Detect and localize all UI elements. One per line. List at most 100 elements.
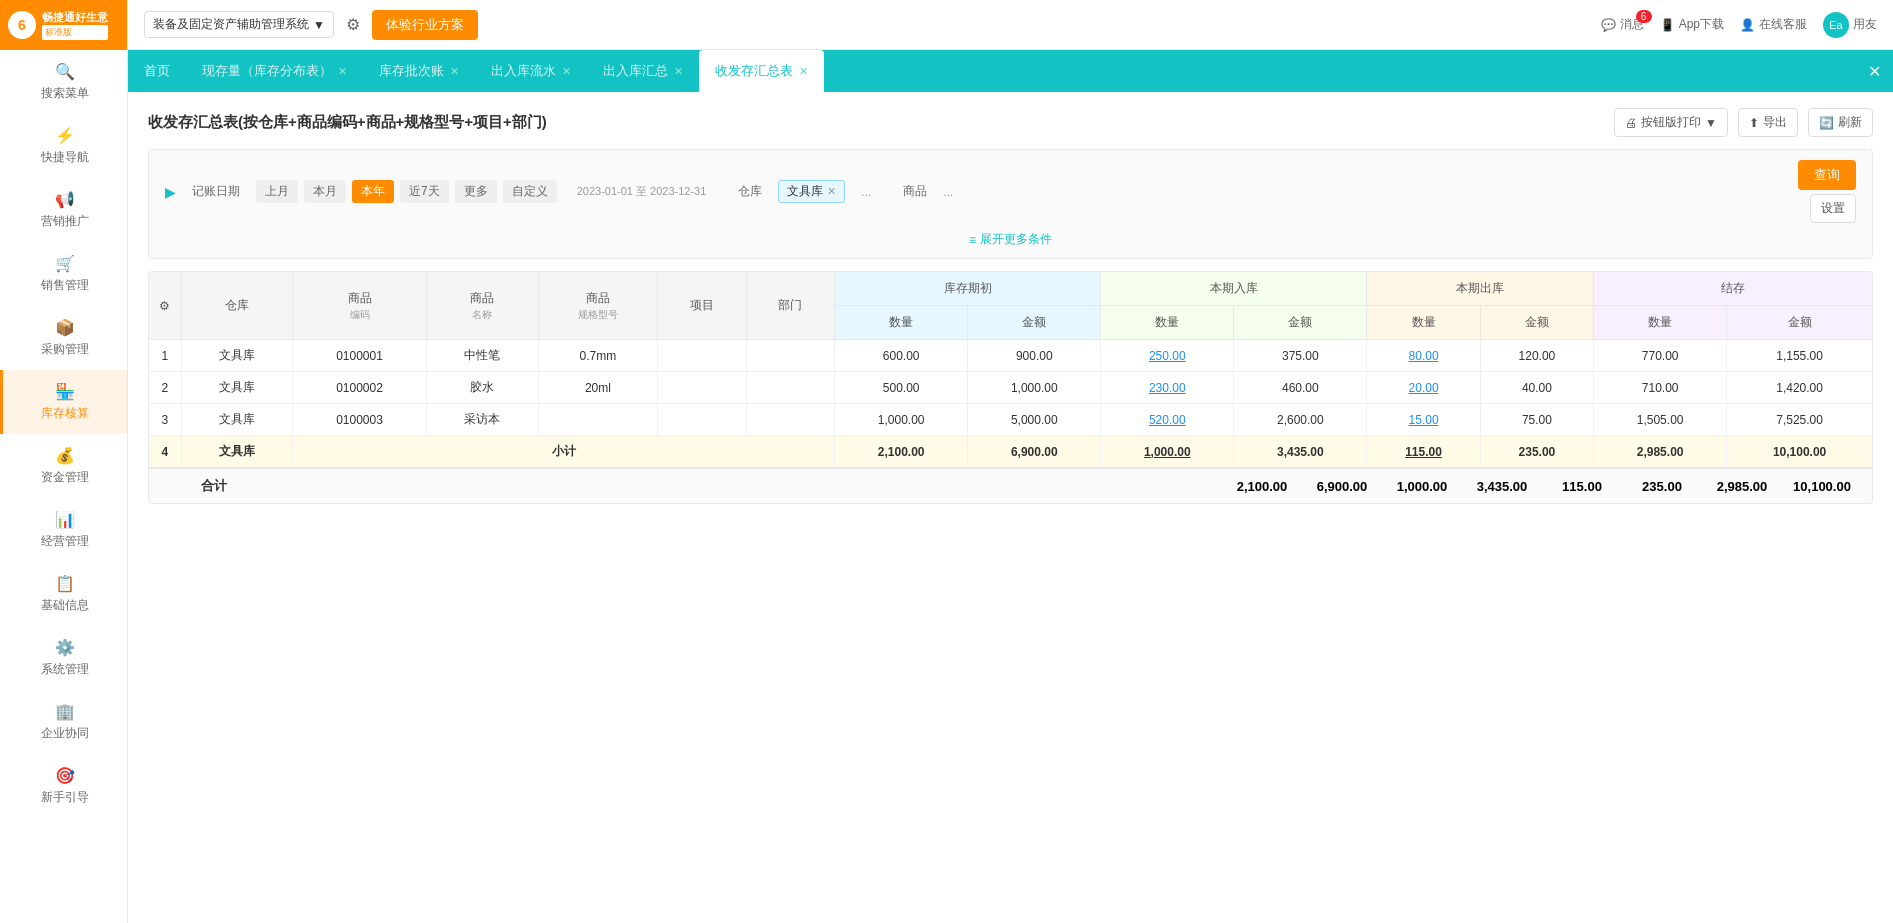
user-avatar: Ea — [1823, 12, 1849, 38]
row-out-qty[interactable]: 20.00 — [1367, 372, 1480, 404]
sidebar-item-operation[interactable]: 📊经营管理 — [0, 498, 127, 562]
footer-in-qty: 1,000.00 — [1382, 479, 1462, 494]
purchase-icon: 📦 — [55, 318, 75, 337]
tab-inout_flow[interactable]: 出入库流水✕ — [475, 50, 587, 92]
date-btn-本月[interactable]: 本月 — [304, 180, 346, 203]
th-name: 商品名称 — [426, 272, 538, 340]
sidebar-item-label: 经营管理 — [41, 533, 89, 550]
tab-close-icon[interactable]: ✕ — [338, 65, 347, 78]
export-btn[interactable]: ⬆ 导出 — [1738, 108, 1798, 137]
refresh-icon: 🔄 — [1819, 116, 1834, 130]
tab-close-icon[interactable]: ✕ — [450, 65, 459, 78]
message-icon: 💬 — [1601, 18, 1616, 32]
warehouse-more[interactable]: ... — [861, 185, 871, 199]
tab-close-icon[interactable]: ✕ — [799, 65, 808, 78]
th-in-amt: 金额 — [1234, 306, 1367, 340]
filter-toggle-icon[interactable]: ▶ — [165, 184, 176, 200]
user-btn[interactable]: Ea 用友 — [1823, 12, 1877, 38]
date-filter-options: 上月本月本年近7天更多自定义 — [256, 180, 557, 203]
sidebar-item-enterprise[interactable]: 🏢企业协同 — [0, 690, 127, 754]
tab-stock[interactable]: 现存量（库存分布表）✕ — [186, 50, 363, 92]
th-balance-group: 结存 — [1594, 272, 1872, 306]
row-out-qty[interactable]: 80.00 — [1367, 340, 1480, 372]
filter-settings-btn[interactable]: 设置 — [1810, 194, 1856, 223]
print-btn[interactable]: 🖨 按钮版打印 ▼ — [1614, 108, 1728, 137]
guide-icon: 🎯 — [55, 766, 75, 785]
message-btn[interactable]: 💬 消息 6 — [1601, 16, 1644, 33]
row-project — [658, 372, 746, 404]
refresh-btn[interactable]: 🔄 刷新 — [1808, 108, 1873, 137]
th-out-amt: 金额 — [1480, 306, 1593, 340]
expand-btn[interactable]: ≡ 展开更多条件 — [969, 231, 1052, 248]
warehouse-tag: 文具库 ✕ — [778, 180, 845, 203]
tab-inout_summary[interactable]: 出入库汇总✕ — [587, 50, 699, 92]
row-out-amt: 120.00 — [1480, 340, 1593, 372]
system-selector[interactable]: 装备及固定资产辅助管理系统 ▼ — [144, 11, 334, 38]
row-num: 3 — [149, 404, 181, 436]
app-download-label: App下载 — [1679, 16, 1724, 33]
subtotal-in-qty[interactable]: 1,000.00 — [1101, 436, 1234, 468]
tab-batch[interactable]: 库存批次账✕ — [363, 50, 475, 92]
th-code: 商品编码 — [293, 272, 426, 340]
table-row: 1 文具库 0100001 中性笔 0.7mm 600.00 900.00 25… — [149, 340, 1872, 372]
th-spec: 商品规格型号 — [538, 272, 658, 340]
sidebar-item-search[interactable]: 🔍搜索菜单 — [0, 50, 127, 114]
date-btn-更多[interactable]: 更多 — [455, 180, 497, 203]
settings-icon[interactable]: ⚙ — [346, 15, 360, 34]
sidebar-item-finance[interactable]: 💰资金管理 — [0, 434, 127, 498]
row-out-amt: 40.00 — [1480, 372, 1593, 404]
sidebar-item-guide[interactable]: 🎯新手引导 — [0, 754, 127, 818]
product-more[interactable]: ... — [943, 185, 953, 199]
message-badge: 6 — [1636, 10, 1652, 23]
experience-btn[interactable]: 体验行业方案 — [372, 10, 478, 40]
row-in-qty[interactable]: 230.00 — [1101, 372, 1234, 404]
tab-close-icon[interactable]: ✕ — [562, 65, 571, 78]
row-project — [658, 404, 746, 436]
sidebar-item-label: 营销推广 — [41, 213, 89, 230]
row-project — [658, 340, 746, 372]
row-spec: 20ml — [538, 372, 658, 404]
footer-balance-qty: 2,985.00 — [1702, 479, 1782, 494]
page-title: 收发存汇总表(按仓库+商品编码+商品+规格型号+项目+部门) — [148, 113, 547, 132]
row-balance-qty: 1,505.00 — [1594, 404, 1727, 436]
chevron-down-icon2: ▼ — [1705, 116, 1717, 130]
subtotal-out-qty[interactable]: 115.00 — [1367, 436, 1480, 468]
th-out-group: 本期出库 — [1367, 272, 1594, 306]
date-btn-自定义[interactable]: 自定义 — [503, 180, 557, 203]
service-icon: 👤 — [1740, 18, 1755, 32]
date-btn-本年[interactable]: 本年 — [352, 180, 394, 203]
filter-bar: ▶ 记账日期 上月本月本年近7天更多自定义 2023-01-01 至 2023-… — [148, 149, 1873, 259]
row-in-qty[interactable]: 250.00 — [1101, 340, 1234, 372]
sidebar-item-label: 销售管理 — [41, 277, 89, 294]
app-download-btn[interactable]: 📱 App下载 — [1660, 16, 1724, 33]
expand-row: ≡ 展开更多条件 — [165, 231, 1856, 248]
sidebar-item-marketing[interactable]: 📢营销推广 — [0, 178, 127, 242]
tabbar-close-btn[interactable]: ✕ — [1856, 62, 1893, 81]
tab-close-icon[interactable]: ✕ — [674, 65, 683, 78]
date-btn-上月[interactable]: 上月 — [256, 180, 298, 203]
query-btn[interactable]: 查询 — [1798, 160, 1856, 190]
sidebar-item-system[interactable]: ⚙️系统管理 — [0, 626, 127, 690]
footer-values: 2,100.00 6,900.00 1,000.00 3,435.00 115.… — [391, 479, 1862, 494]
row-out-qty[interactable]: 15.00 — [1367, 404, 1480, 436]
row-in-qty[interactable]: 520.00 — [1101, 404, 1234, 436]
sidebar-item-basic[interactable]: 📋基础信息 — [0, 562, 127, 626]
sidebar-item-quick[interactable]: ⚡ 快捷导航 — [0, 114, 127, 178]
subtotal-opening-qty: 2,100.00 — [835, 436, 968, 468]
row-balance-amt: 1,420.00 — [1727, 372, 1872, 404]
th-warehouse: 仓库 — [181, 272, 293, 340]
sidebar-item-sales[interactable]: 🛒销售管理 — [0, 242, 127, 306]
sidebar-item-inventory[interactable]: 🏪库存核算 — [0, 370, 127, 434]
table-footer: 合计 2,100.00 6,900.00 1,000.00 3,435.00 1… — [149, 467, 1872, 503]
quick-icon: ⚡ — [55, 126, 75, 145]
online-service-btn[interactable]: 👤 在线客服 — [1740, 16, 1807, 33]
th-settings[interactable]: ⚙ — [149, 272, 181, 340]
date-btn-近7天[interactable]: 近7天 — [400, 180, 449, 203]
row-in-amt: 460.00 — [1234, 372, 1367, 404]
warehouse-tag-close[interactable]: ✕ — [827, 185, 836, 198]
tab-home[interactable]: 首页 — [128, 50, 186, 92]
sidebar-item-purchase[interactable]: 📦采购管理 — [0, 306, 127, 370]
tab-recv_send[interactable]: 收发存汇总表✕ — [699, 50, 824, 92]
sidebar-item-label: 快捷导航 — [41, 149, 89, 166]
search-icon: 🔍 — [55, 62, 75, 81]
